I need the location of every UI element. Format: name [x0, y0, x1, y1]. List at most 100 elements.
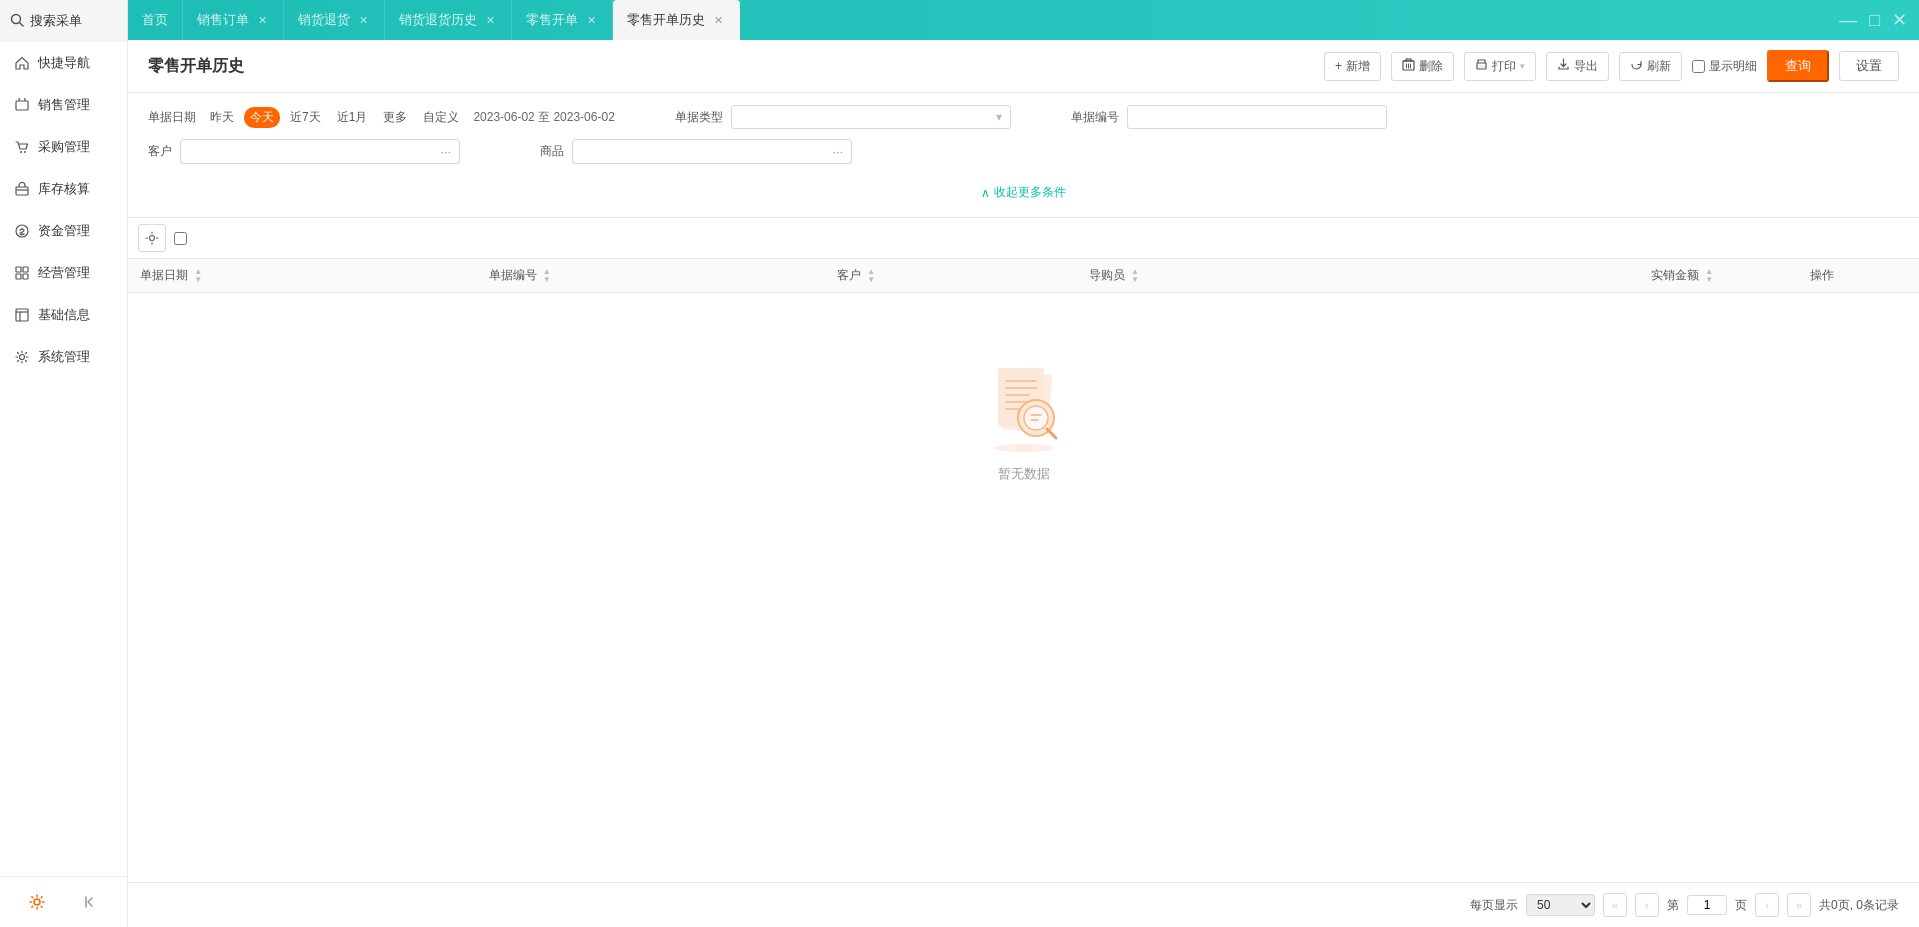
page-input[interactable]	[1687, 895, 1727, 915]
date-custom[interactable]: 自定义	[417, 107, 465, 128]
export-icon	[1557, 58, 1570, 74]
col-salesperson-sort[interactable]: ▲ ▼	[1131, 268, 1139, 284]
print-label: 打印	[1492, 58, 1516, 75]
sidebar-search[interactable]: 搜索采单	[0, 0, 127, 42]
goods-dots[interactable]: ···	[832, 144, 843, 159]
collapse-label: 收起更多条件	[994, 184, 1066, 201]
svg-rect-5	[16, 187, 28, 195]
date-today[interactable]: 今天	[244, 107, 280, 128]
per-page-label: 每页显示	[1470, 897, 1518, 914]
tab-home[interactable]: 首页	[128, 0, 183, 40]
sidebar-item-inventory-label: 库存核算	[38, 180, 90, 198]
sidebar-item-quick-nav-label: 快捷导航	[38, 54, 90, 72]
col-salesperson[interactable]: 导购员 ▲ ▼	[1077, 259, 1377, 293]
pagination: 每页显示 50 10 20 100 « ‹ 第 页 › » 共0页, 0条记录	[128, 882, 1919, 927]
inventory-icon	[14, 181, 30, 197]
type-select[interactable]: ▾	[731, 105, 1011, 129]
col-customer-sort[interactable]: ▲ ▼	[867, 268, 875, 284]
collapse-sidebar-btn[interactable]	[75, 887, 105, 917]
number-filter-label: 单据编号	[1071, 109, 1119, 126]
col-date-label: 单据日期	[140, 268, 188, 282]
tab-retail-open[interactable]: 零售开单 ✕	[512, 0, 613, 40]
refresh-btn[interactable]: 刷新	[1619, 52, 1682, 81]
add-btn[interactable]: + 新增	[1324, 52, 1381, 81]
customer-select[interactable]: ···	[180, 139, 460, 164]
tab-retail-open-history[interactable]: 零售开单历史 ✕	[613, 0, 740, 40]
tab-home-label: 首页	[142, 11, 168, 29]
maximize-btn[interactable]: □	[1869, 10, 1880, 31]
col-amount[interactable]: 实销金额 ▲ ▼	[1377, 259, 1726, 293]
filter-date: 单据日期 昨天 今天 近7天 近1月 更多 自定义 2023-06-02 至 2…	[148, 107, 615, 128]
settings-bottom-btn[interactable]	[22, 887, 52, 917]
date-1month[interactable]: 近1月	[331, 107, 374, 128]
number-input[interactable]	[1127, 105, 1387, 129]
system-icon	[14, 349, 30, 365]
refresh-label: 刷新	[1647, 58, 1671, 75]
sidebar-item-finance[interactable]: 资金管理	[0, 210, 127, 252]
export-btn[interactable]: 导出	[1546, 52, 1609, 81]
filter-row-1: 单据日期 昨天 今天 近7天 近1月 更多 自定义 2023-06-02 至 2…	[148, 105, 1899, 129]
customer-dots[interactable]: ···	[440, 144, 451, 159]
tab-sales-order[interactable]: 销售订单 ✕	[183, 0, 284, 40]
sidebar-item-operations[interactable]: 经营管理	[0, 252, 127, 294]
per-page-select[interactable]: 50 10 20 100	[1526, 894, 1595, 916]
add-label: 新增	[1346, 58, 1370, 75]
col-number-sort[interactable]: ▲ ▼	[543, 268, 551, 284]
print-dropdown-icon[interactable]: ▾	[1520, 61, 1525, 71]
date-7days[interactable]: 近7天	[284, 107, 327, 128]
tab-sales-return-history[interactable]: 销货退货历史 ✕	[385, 0, 512, 40]
sidebar-search-label: 搜索采单	[30, 12, 82, 30]
next-page-btn[interactable]: ›	[1755, 893, 1779, 917]
export-label: 导出	[1574, 58, 1598, 75]
tab-sales-return-history-close[interactable]: ✕	[483, 13, 497, 27]
col-amount-sort[interactable]: ▲ ▼	[1705, 268, 1713, 284]
sidebar-item-inventory[interactable]: 库存核算	[0, 168, 127, 210]
sidebar-item-quick-nav[interactable]: 快捷导航	[0, 42, 127, 84]
date-yesterday[interactable]: 昨天	[204, 107, 240, 128]
tab-sales-return-close[interactable]: ✕	[356, 13, 370, 27]
tab-retail-open-close[interactable]: ✕	[584, 13, 598, 27]
display-cols-checkbox[interactable]: 显示明细	[1692, 58, 1757, 75]
display-cols-input[interactable]	[1692, 60, 1705, 73]
col-customer-label: 客户	[837, 268, 861, 282]
tab-sales-order-close[interactable]: ✕	[255, 13, 269, 27]
table-settings-btn[interactable]	[138, 224, 166, 252]
col-date[interactable]: 单据日期 ▲ ▼	[128, 259, 477, 293]
content: 零售开单历史 + 新增	[128, 40, 1919, 927]
print-btn[interactable]: 打印 ▾	[1464, 52, 1536, 81]
date-filter-label: 单据日期	[148, 109, 196, 126]
operations-icon	[14, 265, 30, 281]
main-area: 首页 销售订单 ✕ 销货退货 ✕ 销货退货历史 ✕ 零售开单 ✕	[128, 0, 1919, 927]
sidebar-item-sales-label: 销售管理	[38, 96, 90, 114]
svg-point-29	[994, 444, 1054, 452]
sidebar-item-base[interactable]: 基础信息	[0, 294, 127, 336]
select-all-checkbox[interactable]	[174, 232, 187, 245]
filter-number: 单据编号	[1071, 105, 1387, 129]
base-icon	[14, 307, 30, 323]
close-window-btn[interactable]: ✕	[1892, 9, 1907, 31]
print-icon	[1475, 58, 1488, 74]
col-customer[interactable]: 客户 ▲ ▼	[825, 259, 1077, 293]
filter-area: 单据日期 昨天 今天 近7天 近1月 更多 自定义 2023-06-02 至 2…	[128, 93, 1919, 218]
sidebar-item-sales[interactable]: 销售管理	[0, 84, 127, 126]
goods-select[interactable]: ···	[572, 139, 852, 164]
sidebar-item-system-label: 系统管理	[38, 348, 90, 366]
setting-btn[interactable]: 设置	[1839, 51, 1899, 81]
col-number[interactable]: 单据编号 ▲ ▼	[477, 259, 826, 293]
tab-sales-return[interactable]: 销货退货 ✕	[284, 0, 385, 40]
prev-page-btn[interactable]: ‹	[1635, 893, 1659, 917]
date-more[interactable]: 更多	[377, 107, 413, 128]
sidebar-item-system[interactable]: 系统管理	[0, 336, 127, 378]
collapse-filter-btn[interactable]: ∧ 收起更多条件	[148, 180, 1899, 205]
col-date-sort[interactable]: ▲ ▼	[194, 268, 202, 284]
first-page-btn[interactable]: «	[1603, 893, 1627, 917]
delete-btn[interactable]: 删除	[1391, 52, 1454, 81]
svg-rect-12	[16, 309, 28, 321]
minimize-btn[interactable]: —	[1839, 10, 1857, 31]
sidebar-item-purchase[interactable]: 采购管理	[0, 126, 127, 168]
query-btn[interactable]: 查询	[1767, 50, 1829, 82]
last-page-btn[interactable]: »	[1787, 893, 1811, 917]
col-action: 操作	[1725, 259, 1919, 293]
filter-customer: 客户 ···	[148, 139, 460, 164]
tab-retail-open-history-close[interactable]: ✕	[711, 13, 725, 27]
